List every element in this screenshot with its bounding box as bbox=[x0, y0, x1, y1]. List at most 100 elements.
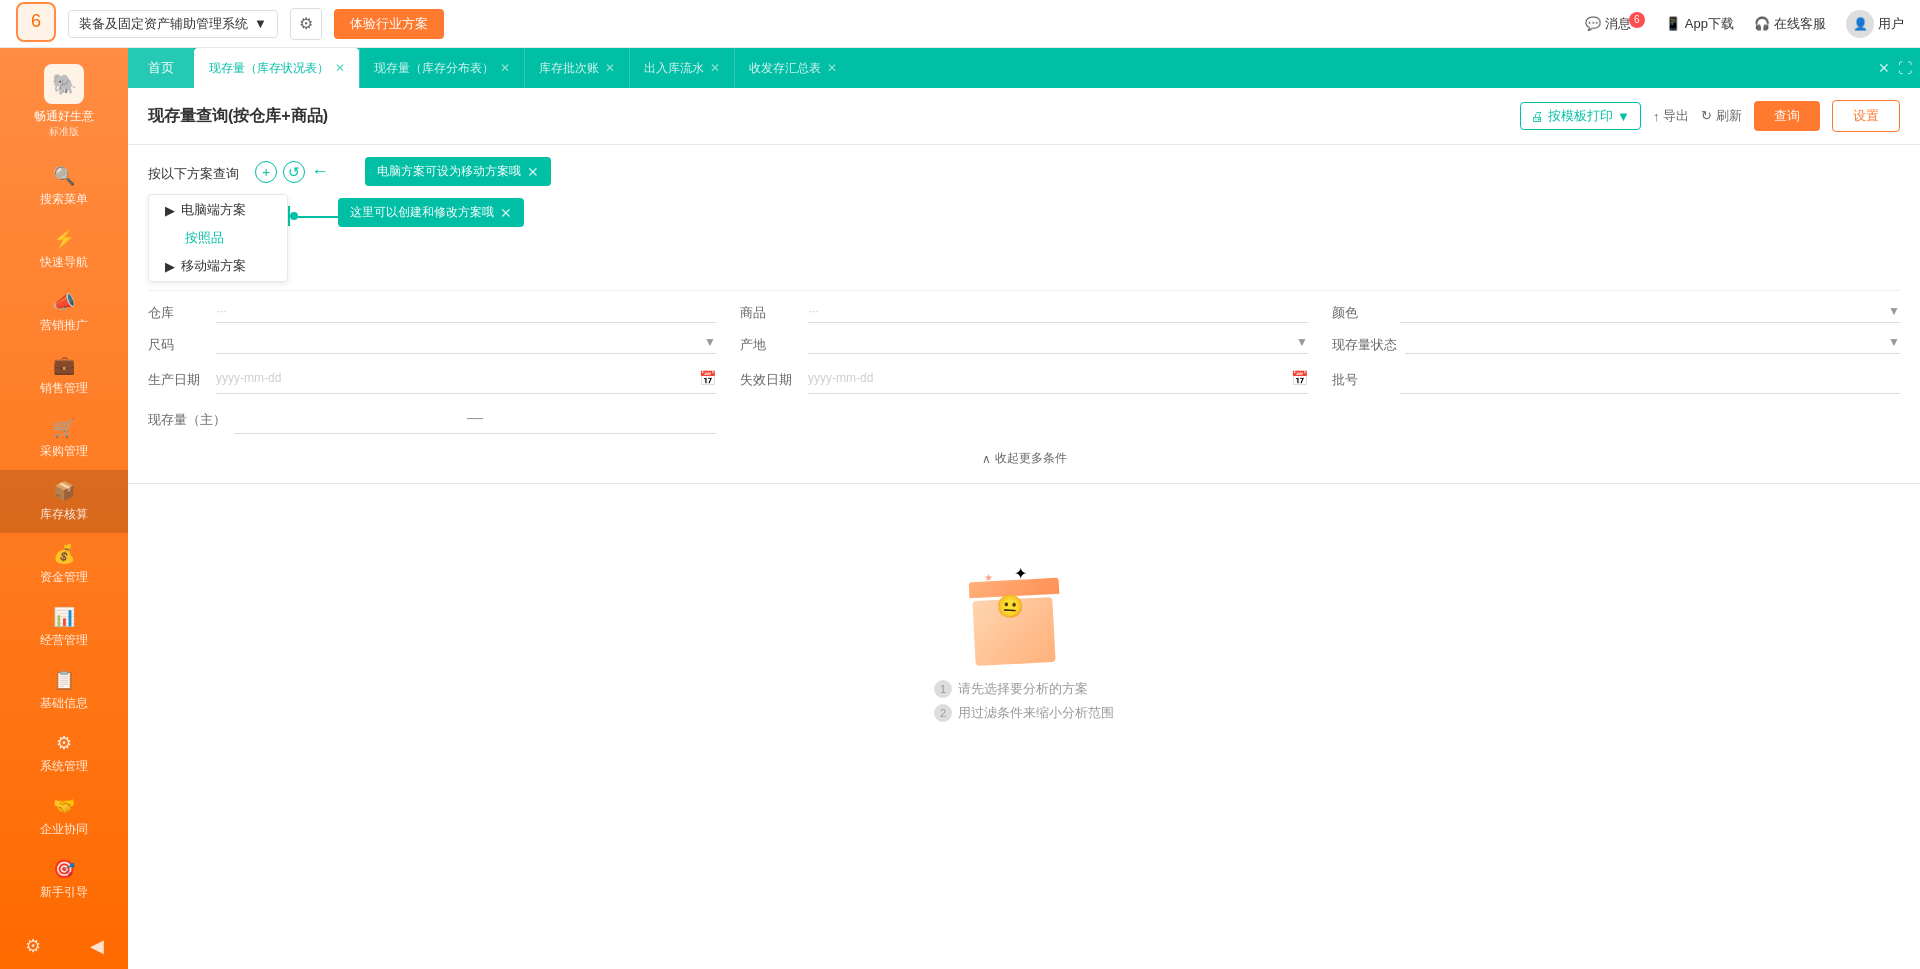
empty-star-2: ★ bbox=[984, 572, 993, 583]
tooltip-2-close[interactable]: ✕ bbox=[500, 205, 512, 221]
scheme-mobile-item[interactable]: ▶ 移动端方案 bbox=[149, 251, 287, 281]
expand-icon[interactable]: ⛶ bbox=[1898, 60, 1912, 76]
handshake-icon: 🤝 bbox=[53, 795, 75, 817]
cart-icon: 🛒 bbox=[53, 417, 75, 439]
message-icon: 💬 bbox=[1585, 16, 1601, 31]
tab-inout-flow[interactable]: 出入库流水 ✕ bbox=[629, 48, 734, 88]
collapse-row: ∧ 收起更多条件 bbox=[148, 442, 1900, 471]
color-arrow[interactable]: ▼ bbox=[1888, 304, 1900, 318]
sidebar-logo-text: 畅通好生意 bbox=[34, 108, 94, 125]
user-item[interactable]: 👤 用户 bbox=[1846, 10, 1904, 38]
tab-summary-close[interactable]: ✕ bbox=[827, 61, 837, 75]
print-button[interactable]: 🖨 按模板打印 ▼ bbox=[1520, 102, 1641, 130]
tab-bar-actions: ✕ ⛶ bbox=[1878, 60, 1920, 76]
sidebar-item-finance[interactable]: 💰 资金管理 bbox=[0, 533, 128, 596]
system-selector[interactable]: 装备及固定资产辅助管理系统 ▼ bbox=[68, 10, 278, 38]
origin-arrow[interactable]: ▼ bbox=[1296, 335, 1308, 349]
sidebar-item-basic-label: 基础信息 bbox=[40, 695, 88, 712]
sidebar-item-newbie[interactable]: 🎯 新手引导 bbox=[0, 848, 128, 911]
sidebar-logo-sub: 标准版 bbox=[49, 125, 79, 139]
refresh-label: 刷新 bbox=[1716, 108, 1742, 123]
gear-icon: ⚙ bbox=[56, 732, 72, 754]
messages-item[interactable]: 💬 消息 6 bbox=[1585, 15, 1645, 33]
sidebar-item-purchase-label: 采购管理 bbox=[40, 443, 88, 460]
expiry-date-start[interactable] bbox=[808, 367, 1287, 389]
tab-inout-flow-label: 出入库流水 bbox=[644, 60, 704, 77]
app-download-label: App下载 bbox=[1685, 15, 1734, 33]
settings-icon-btn[interactable]: ⚙ bbox=[290, 8, 322, 40]
sidebar-item-system[interactable]: ⚙ 系统管理 bbox=[0, 722, 128, 785]
refresh-button[interactable]: ↻ 刷新 bbox=[1701, 107, 1742, 125]
stock-range-sep: — bbox=[467, 409, 483, 427]
stock-main-label: 现存量（主） bbox=[148, 411, 226, 429]
settings-button[interactable]: 设置 bbox=[1832, 100, 1900, 132]
scheme-arrow-btn[interactable]: ← bbox=[311, 161, 329, 182]
sidebar-item-quicknav[interactable]: ⚡ 快速导航 bbox=[0, 218, 128, 281]
app-download-item[interactable]: 📱 App下载 bbox=[1665, 15, 1734, 33]
scheme-controls: + ↺ ← bbox=[255, 161, 329, 183]
sidebar-item-newbie-label: 新手引导 bbox=[40, 884, 88, 901]
sidebar-item-operations[interactable]: 📊 经营管理 bbox=[0, 596, 128, 659]
search-icon: 🔍 bbox=[53, 165, 75, 187]
filter-row-1: 仓库 ··· 商品 ··· 颜色 bbox=[148, 303, 1900, 323]
export-button[interactable]: ↑ 导出 bbox=[1653, 107, 1690, 125]
tip-text-2: 用过滤条件来缩小分析范围 bbox=[958, 704, 1114, 722]
prod-date-calendar[interactable]: 📅 bbox=[699, 370, 716, 386]
clipboard-icon: 📋 bbox=[53, 669, 75, 691]
close-all-icon[interactable]: ✕ bbox=[1878, 60, 1890, 76]
origin-label: 产地 bbox=[740, 336, 800, 354]
prod-date-label: 生产日期 bbox=[148, 371, 208, 389]
sidebar-item-purchase[interactable]: 🛒 采购管理 bbox=[0, 407, 128, 470]
tab-batch-account-close[interactable]: ✕ bbox=[605, 61, 615, 75]
sidebar-logo-icon: 🐘 bbox=[44, 64, 84, 104]
origin-field: 产地 ▼ bbox=[740, 335, 1308, 354]
scheme-pc-sub-item[interactable]: 按照品 bbox=[177, 225, 287, 251]
sidebar-item-enterprise[interactable]: 🤝 企业协同 bbox=[0, 785, 128, 848]
phone-icon: 📱 bbox=[1665, 16, 1681, 31]
export-icon: ↑ bbox=[1653, 109, 1660, 124]
batch-no-label: 批号 bbox=[1332, 371, 1392, 389]
tooltip-2-text: 这里可以创建和修改方案哦 bbox=[350, 204, 494, 221]
sidebar-item-search[interactable]: 🔍 搜索菜单 bbox=[0, 155, 128, 218]
collapse-button[interactable]: ∧ 收起更多条件 bbox=[982, 450, 1067, 467]
tab-inventory-distribution[interactable]: 现存量（库存分布表） ✕ bbox=[359, 48, 524, 88]
tab-inout-flow-close[interactable]: ✕ bbox=[710, 61, 720, 75]
online-support-item[interactable]: 🎧 在线客服 bbox=[1754, 15, 1826, 33]
stock-main-max[interactable] bbox=[487, 406, 716, 429]
tab-inventory-status[interactable]: 现存量（库存状况表） ✕ bbox=[194, 48, 359, 88]
stock-status-label: 现存量状态 bbox=[1332, 336, 1397, 354]
tab-inventory-status-close[interactable]: ✕ bbox=[335, 61, 345, 75]
tab-home[interactable]: 首页 bbox=[128, 48, 194, 88]
tab-summary[interactable]: 收发存汇总表 ✕ bbox=[734, 48, 851, 88]
stock-status-arrow[interactable]: ▼ bbox=[1888, 335, 1900, 349]
sidebar-item-basic[interactable]: 📋 基础信息 bbox=[0, 659, 128, 722]
stock-status-field: 现存量状态 ▼ bbox=[1332, 335, 1900, 354]
tab-batch-account-label: 库存批次账 bbox=[539, 60, 599, 77]
sidebar-item-marketing[interactable]: 📣 营销推广 bbox=[0, 281, 128, 344]
empty-tips: 1 请先选择要分析的方案 2 用过滤条件来缩小分析范围 bbox=[934, 680, 1114, 722]
batch-no-input[interactable] bbox=[1400, 366, 1900, 389]
query-button[interactable]: 查询 bbox=[1754, 101, 1820, 131]
sidebar-logo: 🐘 畅通好生意 标准版 bbox=[34, 56, 94, 155]
tab-inventory-distribution-label: 现存量（库存分布表） bbox=[374, 60, 494, 77]
sidebar-item-sales[interactable]: 💼 销售管理 bbox=[0, 344, 128, 407]
industry-button[interactable]: 体验行业方案 bbox=[334, 9, 444, 39]
sidebar-item-finance-label: 资金管理 bbox=[40, 569, 88, 586]
scheme-pc-item[interactable]: ▶ 电脑端方案 bbox=[149, 195, 287, 225]
lightning-icon: ⚡ bbox=[53, 228, 75, 250]
tab-inventory-distribution-close[interactable]: ✕ bbox=[500, 61, 510, 75]
tooltip-1-close[interactable]: ✕ bbox=[527, 164, 539, 180]
expiry-date-calendar[interactable]: 📅 bbox=[1291, 370, 1308, 386]
box-icon: 📦 bbox=[53, 480, 75, 502]
stock-main-min[interactable] bbox=[234, 406, 463, 429]
tab-batch-account[interactable]: 库存批次账 ✕ bbox=[524, 48, 629, 88]
sidebar-collapse-btn[interactable]: ◀ bbox=[90, 935, 104, 957]
sidebar-item-search-label: 搜索菜单 bbox=[40, 191, 88, 208]
add-scheme-btn[interactable]: + bbox=[255, 161, 277, 183]
size-arrow[interactable]: ▼ bbox=[704, 335, 716, 349]
sidebar-settings-btn[interactable]: ⚙ bbox=[25, 935, 41, 957]
sidebar-item-inventory[interactable]: 📦 库存核算 bbox=[0, 470, 128, 533]
goods-label: 商品 bbox=[740, 304, 800, 322]
prod-date-start[interactable] bbox=[216, 367, 695, 389]
reset-scheme-btn[interactable]: ↺ bbox=[283, 161, 305, 183]
